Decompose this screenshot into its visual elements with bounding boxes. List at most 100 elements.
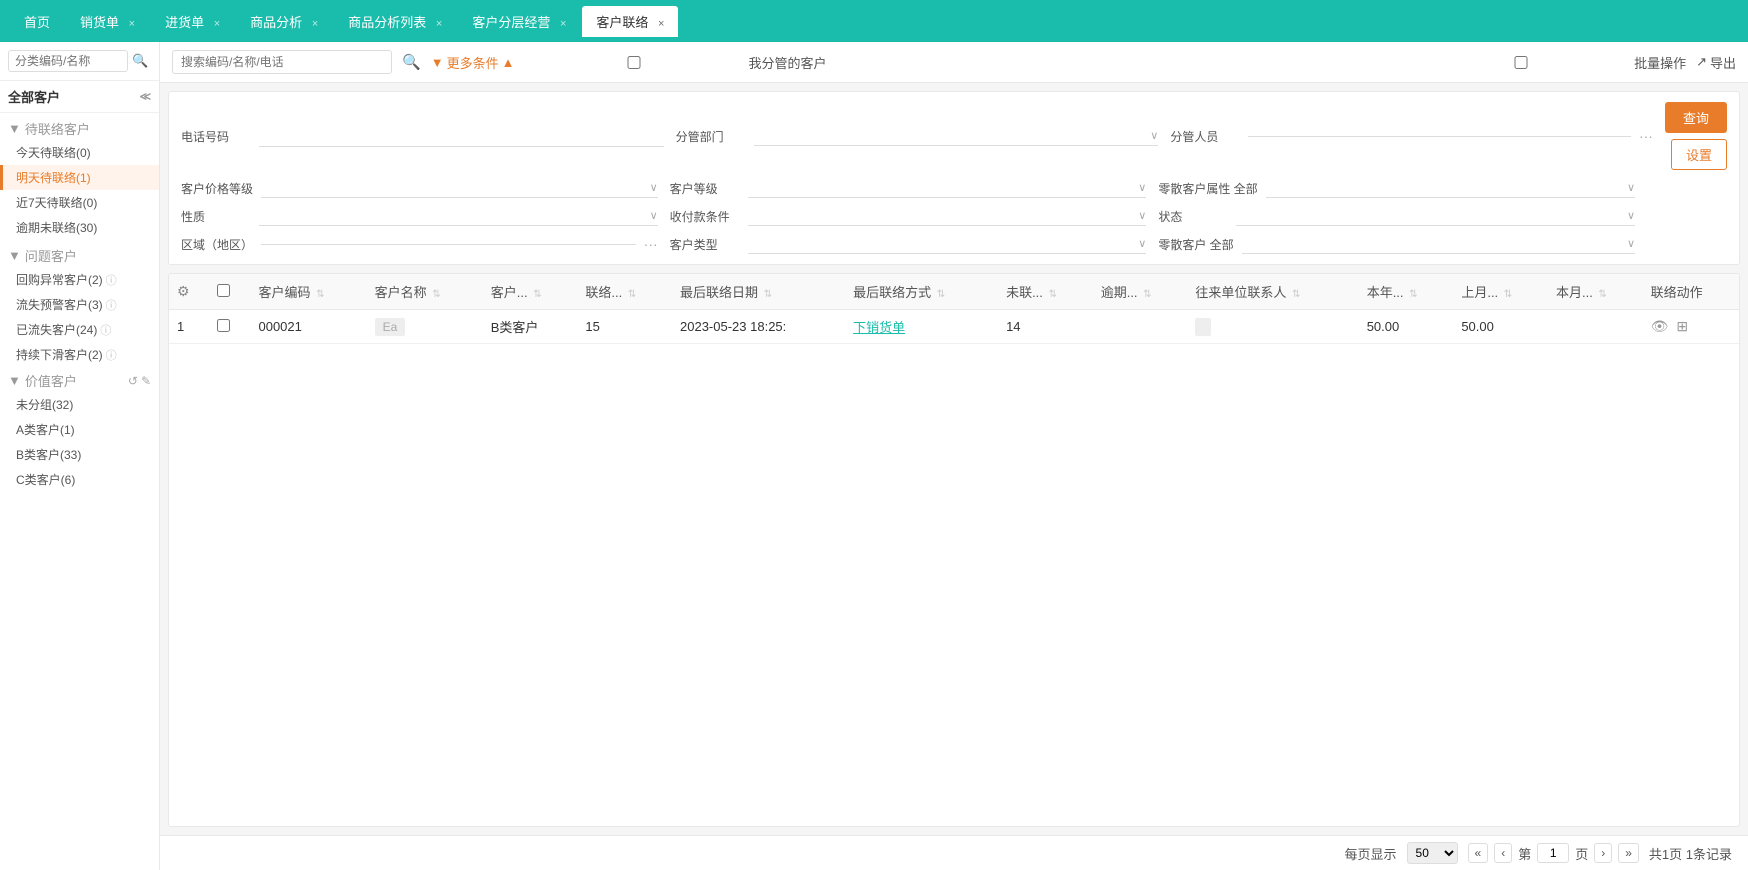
filter-region-dots[interactable]: ···	[644, 236, 658, 252]
settings-button[interactable]: 设置	[1671, 139, 1727, 170]
th-this-month: 本月... ⇅	[1548, 274, 1643, 310]
more-conditions-button[interactable]: ▼ 更多条件 ▲	[431, 53, 515, 72]
filter-person-dots[interactable]: ···	[1639, 128, 1653, 144]
sidebar-search-icon[interactable]: 🔍	[132, 53, 148, 69]
th-last-month: 上月... ⇅	[1453, 274, 1548, 310]
filter-person: 分管人员 ···	[1170, 128, 1653, 145]
sidebar: 🔍 全部客户 ≪ ▼ 待联络客户 今天待联络(0) 明天待联络(1) 近7天待联…	[0, 42, 160, 870]
sidebar-item-loss-warning[interactable]: 流失预警客户(3) ⓘ	[0, 292, 159, 317]
search-button-icon[interactable]: 🔍	[402, 53, 421, 71]
close-tab-2-icon[interactable]: ×	[312, 18, 318, 30]
nav-tab-3[interactable]: 商品分析列表 ×	[334, 6, 456, 37]
nav-home[interactable]: 首页	[10, 6, 64, 37]
th-actions: 联络动作	[1643, 274, 1739, 310]
filter-type-select[interactable]: ∨	[748, 234, 1147, 254]
refresh-icon[interactable]: ↺	[128, 374, 138, 388]
filter-retail-attr: 零散客户属性 全部 ∨	[1158, 178, 1635, 198]
grid-icon[interactable]: ⊞	[1676, 318, 1688, 335]
eye-icon[interactable]: 👁	[1651, 318, 1669, 335]
nav-tab-0[interactable]: 销货单 ×	[66, 6, 149, 37]
prev-page-button[interactable]: ‹	[1494, 843, 1512, 863]
sidebar-search-input[interactable]	[8, 50, 128, 72]
sidebar-all-customers[interactable]: 全部客户 ≪	[0, 81, 159, 113]
nav-tab-5[interactable]: 客户联络 ×	[582, 6, 678, 37]
sidebar-group-pending[interactable]: ▼ 待联络客户	[0, 113, 159, 140]
my-customers-filter: 我分管的客户	[524, 53, 826, 72]
filter-nature-label: 性质	[181, 208, 251, 225]
sidebar-item-class-c[interactable]: C类客户(6)	[0, 467, 159, 492]
sidebar-item-overdue-contact[interactable]: 逾期未联络(30)	[0, 215, 159, 240]
td-checkbox	[209, 310, 250, 344]
row-checkbox[interactable]	[217, 319, 230, 332]
per-page-label: 每页显示	[1345, 844, 1397, 863]
filter-payment-label: 收付款条件	[670, 208, 740, 225]
search-input[interactable]	[172, 50, 392, 74]
per-page-select[interactable]: 50 100	[1407, 842, 1458, 864]
filter-phone: 电话号码	[181, 126, 664, 147]
arrow-pending-icon: ▼	[8, 121, 21, 136]
filter-phone-input[interactable]	[259, 126, 664, 147]
page-number-input[interactable]	[1537, 843, 1569, 863]
page-nav: « ‹ 第 页 › »	[1468, 843, 1639, 863]
filter-dept-select[interactable]: ∨	[754, 126, 1159, 146]
sidebar-item-tomorrow-contact[interactable]: 明天待联络(1)	[0, 165, 159, 190]
next-page-button[interactable]: ›	[1594, 843, 1612, 863]
td-index: 1	[169, 310, 209, 344]
sidebar-item-today-contact[interactable]: 今天待联络(0)	[0, 140, 159, 165]
filter-region: 区域（地区） ···	[181, 236, 658, 253]
sidebar-item-declining[interactable]: 持续下滑客户(2) ⓘ	[0, 342, 159, 367]
th-code: 客户编码 ⇅	[250, 274, 366, 310]
sort-code-icon: ⇅	[316, 289, 324, 300]
filter-status: 状态 ∨	[1158, 206, 1635, 226]
query-button[interactable]: 查询	[1665, 102, 1727, 133]
filter-payment: 收付款条件 ∨	[670, 206, 1147, 226]
export-button[interactable]: ↗ 导出	[1696, 53, 1736, 72]
nav-tab-2[interactable]: 商品分析 ×	[236, 6, 332, 37]
filter-level-select[interactable]: ∨	[748, 178, 1147, 198]
edit-icon[interactable]: ✎	[141, 374, 151, 388]
nav-tab-4[interactable]: 客户分层经营 ×	[458, 6, 580, 37]
filter-status-label: 状态	[1158, 208, 1228, 225]
first-page-button[interactable]: «	[1468, 843, 1489, 863]
filter-level-label: 客户等级	[670, 180, 740, 197]
chevron-up-icon: ▲	[502, 55, 515, 70]
sidebar-item-7days-contact[interactable]: 近7天待联络(0)	[0, 190, 159, 215]
chevron-level-icon: ∨	[1138, 181, 1146, 194]
batch-op-checkbox[interactable]	[1411, 56, 1631, 69]
last-page-button[interactable]: »	[1618, 843, 1639, 863]
filter-nature-select[interactable]: ∨	[259, 206, 658, 226]
sort-type-icon: ⇅	[533, 289, 541, 300]
last-method-link[interactable]: 下销货单	[853, 320, 905, 335]
batch-op-button[interactable]: 批量操作	[1411, 53, 1686, 72]
th-settings[interactable]: ⚙	[169, 274, 209, 310]
sidebar-item-repurchase-abnormal[interactable]: 回购异常客户(2) ⓘ	[0, 267, 159, 292]
filter-retail-select[interactable]: ∨	[1242, 234, 1635, 254]
filter-type-label: 客户类型	[670, 236, 740, 253]
filter-row-1: 电话号码 分管部门 ∨ 分管人员 ··· 查询 设置	[181, 102, 1727, 170]
select-all-checkbox[interactable]	[217, 284, 230, 297]
filter-retail-attr-select[interactable]: ∨	[1266, 178, 1635, 198]
close-tab-4-icon[interactable]: ×	[560, 18, 566, 30]
my-customers-checkbox[interactable]	[524, 56, 744, 69]
search-bar: 🔍 ▼ 更多条件 ▲ 我分管的客户 批量操作 ↗ 导出	[160, 42, 1748, 83]
top-nav: 首页 销货单 × 进货单 × 商品分析 × 商品分析列表 × 客户分层经营 × …	[0, 0, 1748, 42]
close-tab-3-icon[interactable]: ×	[436, 18, 442, 30]
td-last-date: 2023-05-23 18:25:	[672, 310, 845, 344]
nav-tab-1[interactable]: 进货单 ×	[151, 6, 234, 37]
filter-row-4: 区域（地区） ··· 客户类型 ∨ 零散客户 全部 ∨	[181, 234, 1727, 254]
filter-retail-attr-label: 零散客户属性 全部	[1158, 180, 1257, 197]
close-tab-5-icon[interactable]: ×	[658, 18, 664, 30]
td-contact-person	[1187, 310, 1358, 344]
sidebar-group-problem[interactable]: ▼ 问题客户	[0, 240, 159, 267]
close-tab-1-icon[interactable]: ×	[214, 18, 220, 30]
sidebar-item-class-a[interactable]: A类客户(1)	[0, 417, 159, 442]
close-tab-0-icon[interactable]: ×	[129, 18, 135, 30]
sidebar-item-lost[interactable]: 已流失客户(24) ⓘ	[0, 317, 159, 342]
chevron-price-icon: ∨	[650, 181, 658, 194]
search-bar-right: 批量操作 ↗ 导出	[1411, 53, 1736, 72]
sidebar-item-class-b[interactable]: B类客户(33)	[0, 442, 159, 467]
filter-status-select[interactable]: ∨	[1236, 206, 1635, 226]
filter-payment-select[interactable]: ∨	[748, 206, 1147, 226]
filter-price-select[interactable]: ∨	[261, 178, 658, 198]
sidebar-item-ungrouped[interactable]: 未分组(32)	[0, 392, 159, 417]
